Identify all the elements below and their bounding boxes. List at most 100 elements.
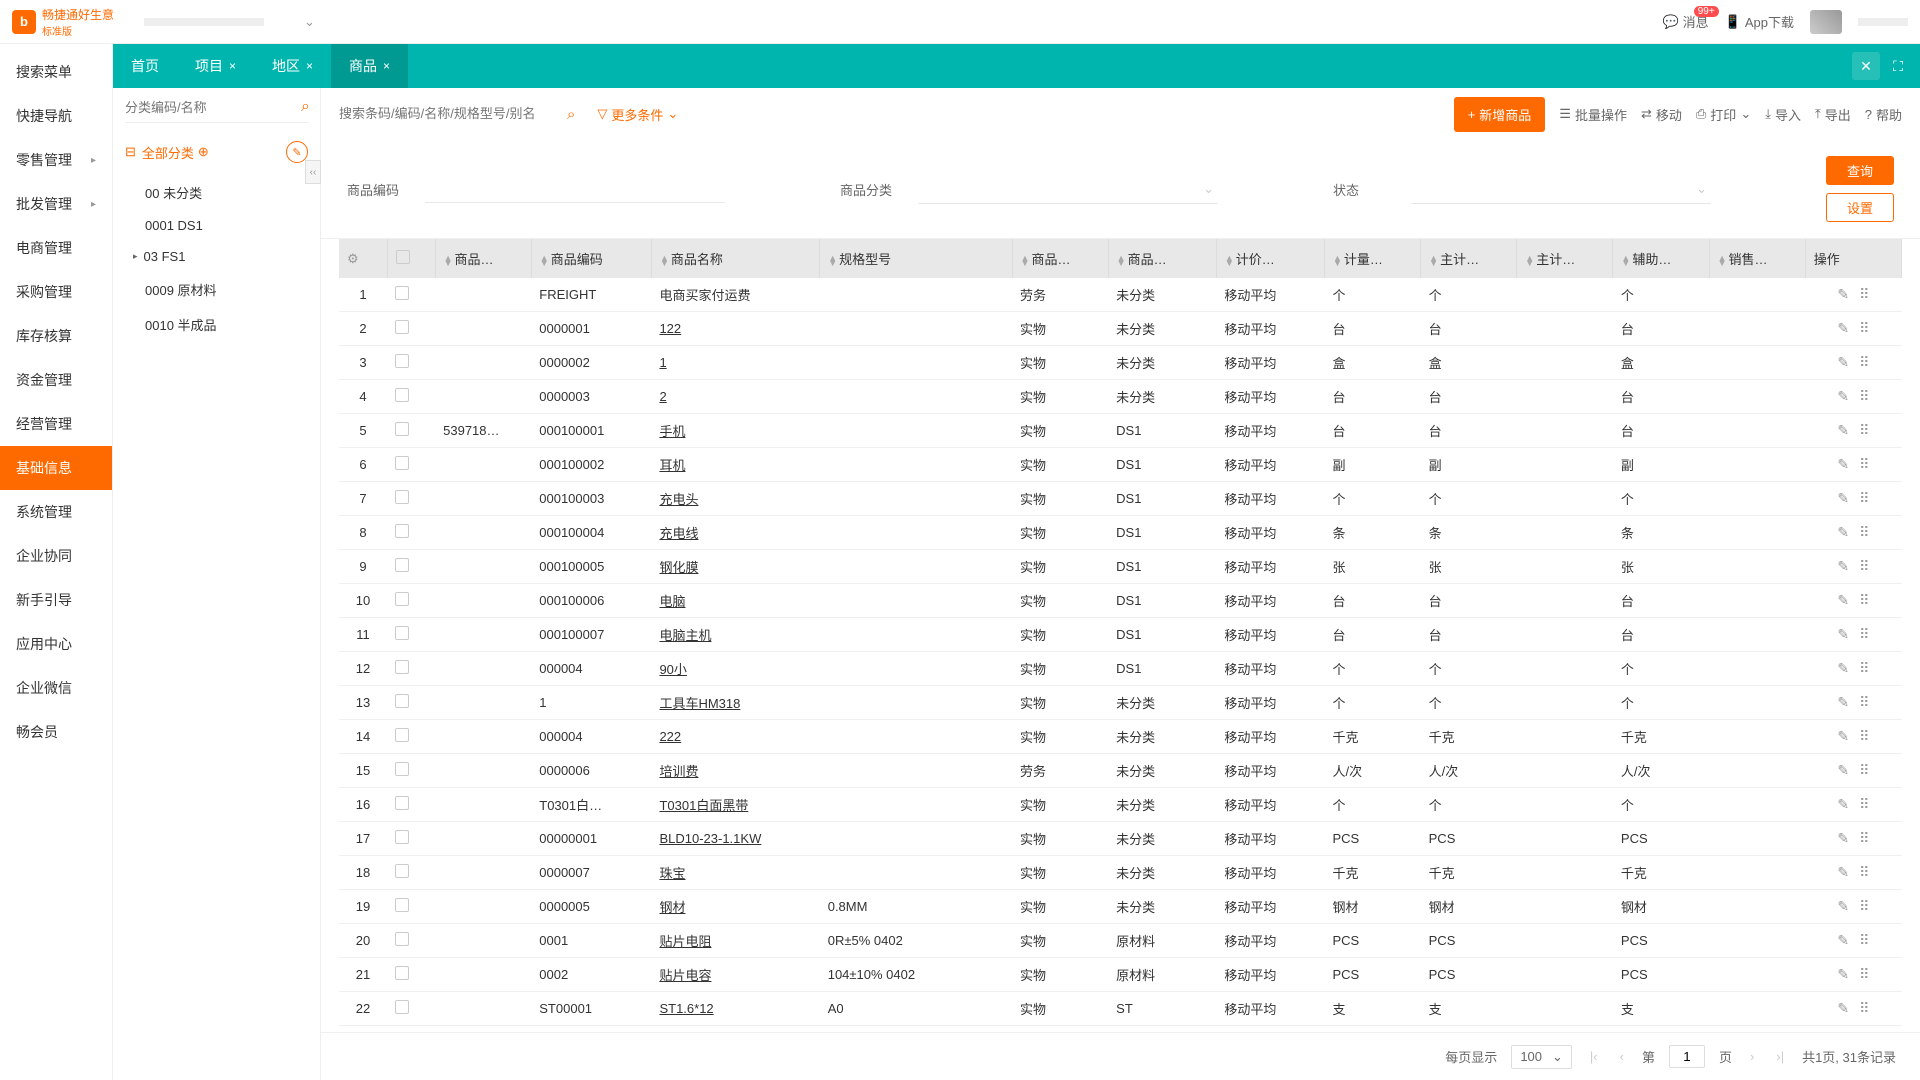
edit-icon[interactable]: ✎ <box>1837 286 1849 303</box>
row-checkbox[interactable] <box>395 830 409 844</box>
product-name-link[interactable]: ST1.6*12 <box>659 1001 713 1016</box>
download-button[interactable]: 📱 App下载 <box>1725 12 1794 31</box>
product-name-link[interactable]: 电脑 <box>659 594 685 609</box>
product-name-link[interactable]: 钢化膜 <box>659 560 698 575</box>
more-icon[interactable]: ⠿ <box>1859 864 1869 881</box>
row-checkbox[interactable] <box>395 456 409 470</box>
sidebar-item[interactable]: 资金管理 <box>0 358 112 402</box>
edit-icon[interactable]: ✎ <box>1837 592 1849 609</box>
category-node[interactable]: ▸03 FS1 <box>125 241 308 272</box>
more-icon[interactable]: ⠿ <box>1859 1000 1869 1017</box>
collapse-panel-button[interactable]: ‹‹ <box>305 160 321 184</box>
product-name-link[interactable]: 耳机 <box>659 458 685 473</box>
sidebar-item[interactable]: 应用中心 <box>0 622 112 666</box>
edit-icon[interactable]: ✎ <box>1837 966 1849 983</box>
row-checkbox[interactable] <box>395 762 409 776</box>
close-all-tabs-button[interactable]: ✕ <box>1852 52 1880 80</box>
product-name-link[interactable]: 贴片电阻 <box>659 934 711 949</box>
row-checkbox[interactable] <box>395 354 409 368</box>
filter-category-select[interactable]: ⌄ <box>918 175 1218 204</box>
more-icon[interactable]: ⠿ <box>1859 524 1869 541</box>
product-name-link[interactable]: 钢材 <box>659 900 685 915</box>
edit-icon[interactable]: ✎ <box>1837 354 1849 371</box>
more-icon[interactable]: ⠿ <box>1859 728 1869 745</box>
column-header[interactable]: ▲▼商品名称 <box>651 239 819 278</box>
edit-icon[interactable]: ✎ <box>1837 558 1849 575</box>
fullscreen-button[interactable]: ⛶ <box>1884 52 1912 80</box>
product-name-link[interactable]: 工具车HM318 <box>659 696 740 711</box>
more-icon[interactable]: ⠿ <box>1859 456 1869 473</box>
sidebar-item[interactable]: 批发管理▸ <box>0 182 112 226</box>
sidebar-item[interactable]: 采购管理 <box>0 270 112 314</box>
product-table-wrap[interactable]: ⚙▲▼商品…▲▼商品编码▲▼商品名称▲▼规格型号▲▼商品…▲▼商品…▲▼计价…▲… <box>321 239 1920 1032</box>
more-icon[interactable]: ⠿ <box>1859 830 1869 847</box>
sort-icon[interactable]: ▲▼ <box>660 256 669 266</box>
sort-icon[interactable]: ▲▼ <box>1117 256 1126 266</box>
edit-icon[interactable]: ✎ <box>1837 728 1849 745</box>
row-checkbox[interactable] <box>395 898 409 912</box>
category-node[interactable]: 0001 DS1 <box>125 210 308 241</box>
product-name-link[interactable]: 贴片电容 <box>659 968 711 983</box>
more-icon[interactable]: ⠿ <box>1859 320 1869 337</box>
add-product-button[interactable]: + 新增商品 <box>1454 97 1546 132</box>
row-checkbox[interactable] <box>395 490 409 504</box>
row-checkbox[interactable] <box>395 660 409 674</box>
edit-icon[interactable]: ✎ <box>1837 932 1849 949</box>
sidebar-item[interactable]: 库存核算 <box>0 314 112 358</box>
column-header[interactable]: ▲▼商品… <box>1108 239 1216 278</box>
column-header[interactable] <box>387 239 435 278</box>
all-categories[interactable]: 全部分类⊕ <box>142 143 209 162</box>
edit-icon[interactable]: ✎ <box>1837 524 1849 541</box>
edit-icon[interactable]: ✎ <box>1837 864 1849 881</box>
product-name-link[interactable]: 122 <box>659 321 681 336</box>
row-checkbox[interactable] <box>395 388 409 402</box>
column-header[interactable]: ▲▼规格型号 <box>820 239 1012 278</box>
sidebar-item[interactable]: 搜索菜单 <box>0 50 112 94</box>
more-icon[interactable]: ⠿ <box>1859 762 1869 779</box>
settings-button[interactable]: 设置 <box>1826 193 1894 222</box>
column-header[interactable]: ▲▼主计… <box>1517 239 1613 278</box>
sort-icon[interactable]: ▲▼ <box>1718 256 1727 266</box>
help-button[interactable]: ?帮助 <box>1865 105 1902 124</box>
product-name-link[interactable]: 珠宝 <box>659 866 685 881</box>
row-checkbox[interactable] <box>395 320 409 334</box>
export-button[interactable]: ⤒导出 <box>1815 105 1851 124</box>
sidebar-item[interactable]: 企业协同 <box>0 534 112 578</box>
row-checkbox[interactable] <box>395 592 409 606</box>
row-checkbox[interactable] <box>395 932 409 946</box>
sort-icon[interactable]: ▲▼ <box>1525 256 1534 266</box>
edit-icon[interactable]: ✎ <box>1837 388 1849 405</box>
row-checkbox[interactable] <box>395 626 409 640</box>
more-icon[interactable]: ⠿ <box>1859 966 1869 983</box>
more-filters-button[interactable]: ▽ 更多条件 ⌄ <box>597 105 678 124</box>
edit-icon[interactable]: ✎ <box>1837 320 1849 337</box>
edit-icon[interactable]: ✎ <box>1837 456 1849 473</box>
edit-icon[interactable]: ✎ <box>1837 796 1849 813</box>
batch-action-button[interactable]: ☰批量操作 <box>1559 105 1627 124</box>
sort-icon[interactable]: ▲▼ <box>1333 256 1342 266</box>
move-button[interactable]: ⇄移动 <box>1641 105 1682 124</box>
more-icon[interactable]: ⠿ <box>1859 558 1869 575</box>
sort-icon[interactable]: ▲▼ <box>1621 256 1630 266</box>
sort-icon[interactable]: ▲▼ <box>1429 256 1438 266</box>
sort-icon[interactable]: ▲▼ <box>444 256 453 266</box>
product-name-link[interactable]: 电脑主机 <box>659 628 711 643</box>
edit-icon[interactable]: ✎ <box>1837 898 1849 915</box>
product-name-link[interactable]: 90小 <box>659 662 686 677</box>
category-node[interactable]: 0010 半成品 <box>125 307 308 342</box>
more-icon[interactable]: ⠿ <box>1859 354 1869 371</box>
sidebar-item[interactable]: 新手引导 <box>0 578 112 622</box>
column-header[interactable]: ▲▼商品编码 <box>531 239 651 278</box>
more-icon[interactable]: ⠿ <box>1859 932 1869 949</box>
product-name-link[interactable]: 2 <box>659 389 666 404</box>
row-checkbox[interactable] <box>395 966 409 980</box>
row-checkbox[interactable] <box>395 286 409 300</box>
product-name-link[interactable]: 充电头 <box>659 492 698 507</box>
more-icon[interactable]: ⠿ <box>1859 592 1869 609</box>
product-name-link[interactable]: BLD10-23-1.1KW <box>659 831 761 846</box>
sidebar-item[interactable]: 企业微信 <box>0 666 112 710</box>
category-node[interactable]: 00 未分类 <box>125 175 308 210</box>
edit-icon[interactable]: ✎ <box>1837 660 1849 677</box>
more-icon[interactable]: ⠿ <box>1859 660 1869 677</box>
user-name[interactable] <box>1858 18 1908 26</box>
